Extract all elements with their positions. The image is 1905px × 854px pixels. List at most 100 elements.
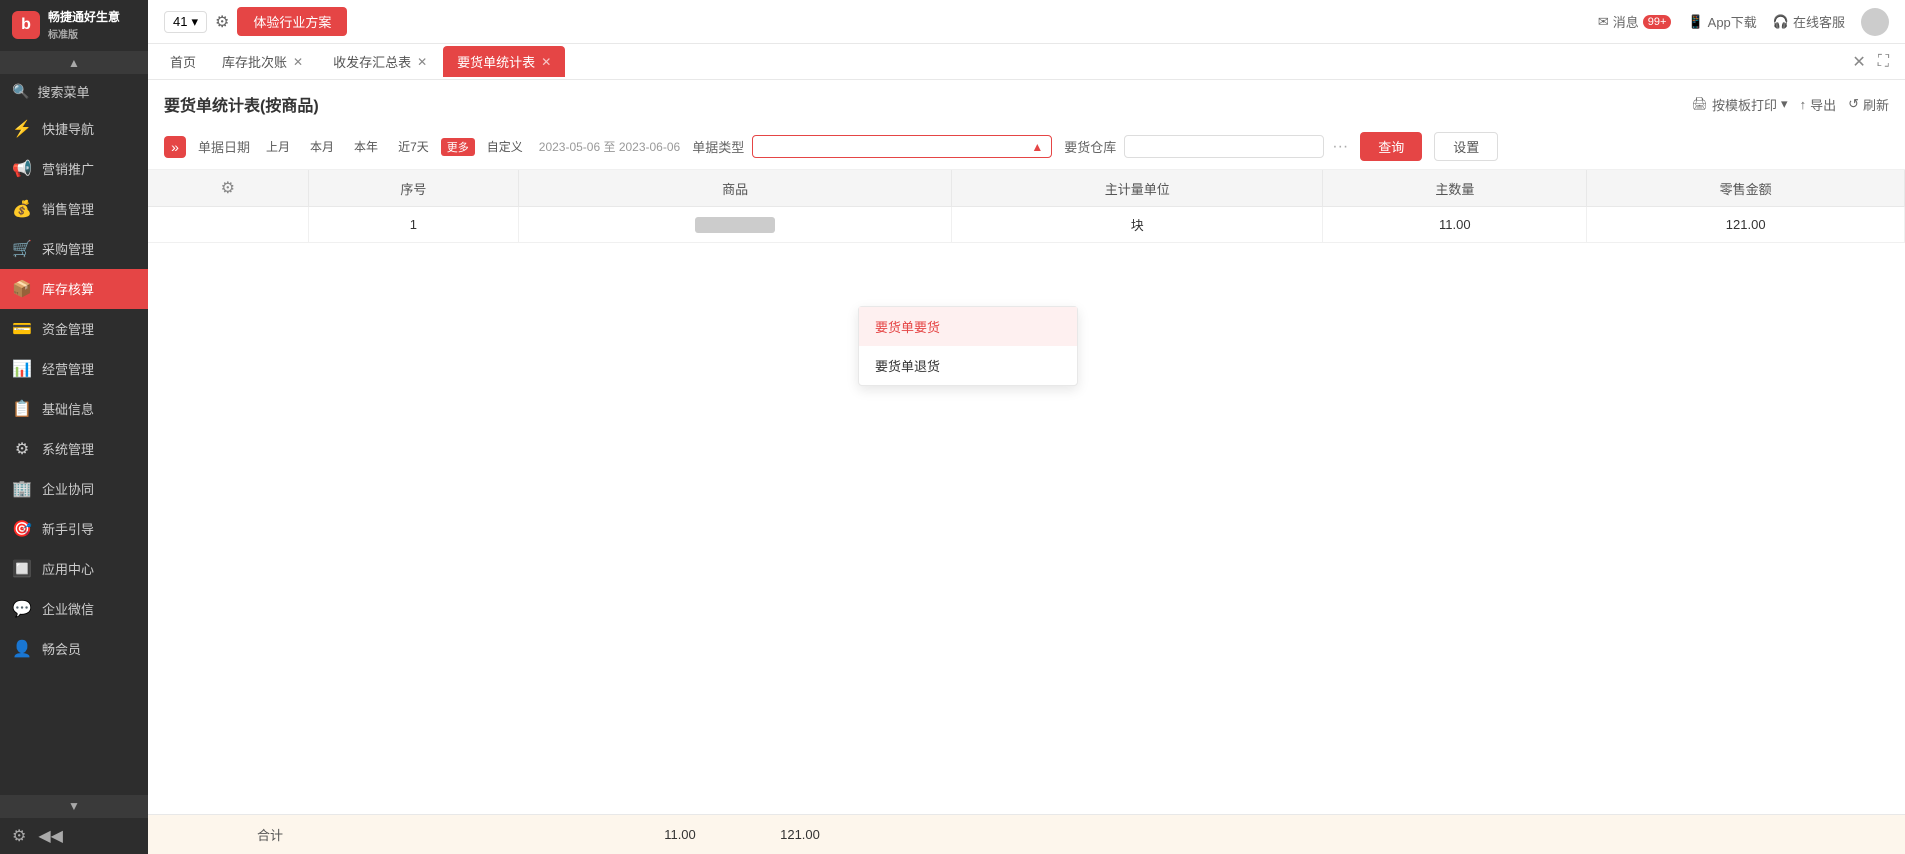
7days-btn[interactable]: 近7天 <box>390 136 437 157</box>
data-table: ⚙ 序号 商品 主计量单位 主数量 零售金额 1 <box>148 170 1905 243</box>
type-dropdown-up-icon[interactable]: ▲ <box>1031 140 1043 154</box>
sidebar-item-basic[interactable]: 📋 基础信息 <box>0 389 148 429</box>
sidebar-item-label: 快捷导航 <box>42 119 94 138</box>
avatar[interactable] <box>1861 8 1889 36</box>
type-dropdown-menu: 要货单要货 要货单退货 <box>858 306 1078 386</box>
sidebar-item-enterprise[interactable]: 🏢 企业协同 <box>0 469 148 509</box>
tab-order-stats-label: 要货单统计表 <box>457 52 535 71</box>
dropdown-item-order-goods[interactable]: 要货单要货 <box>859 307 1077 346</box>
sidebar-item-app-center[interactable]: 🔲 应用中心 <box>0 549 148 589</box>
sidebar-item-label: 销售管理 <box>42 199 94 218</box>
print-chevron-icon: ▾ <box>1781 96 1788 112</box>
type-input[interactable] <box>761 139 1031 154</box>
goods-blurred <box>695 217 775 233</box>
print-action[interactable]: 🖨 按模板打印 ▾ <box>1692 95 1788 114</box>
sidebar-item-operations[interactable]: 📊 经营管理 <box>0 349 148 389</box>
more-btn[interactable]: 更多 <box>441 138 475 156</box>
chevron-down-icon: ▾ <box>191 14 198 30</box>
col-amount-header: 零售金额 <box>1587 170 1905 207</box>
sidebar-item-system[interactable]: ⚙ 系统管理 <box>0 429 148 469</box>
sidebar-item-purchase[interactable]: 🛒 采购管理 <box>0 229 148 269</box>
sidebar-settings-icon[interactable]: ⚙ <box>12 826 26 846</box>
sidebar-item-label: 应用中心 <box>42 559 94 578</box>
cur-month-btn[interactable]: 本月 <box>302 136 342 157</box>
refresh-label: 刷新 <box>1863 95 1889 114</box>
dropdown-item-order-return[interactable]: 要货单退货 <box>859 346 1077 385</box>
system-icon: ⚙ <box>12 439 32 459</box>
col-goods-header: 商品 <box>519 170 952 207</box>
tab-batch-stock[interactable]: 库存批次账 ✕ <box>208 46 317 77</box>
table-header-row: ⚙ 序号 商品 主计量单位 主数量 零售金额 <box>148 170 1905 207</box>
message-item[interactable]: ✉ 消息 99+ <box>1598 12 1672 31</box>
printer-icon: 🖨 <box>1692 96 1709 112</box>
sidebar-item-finance[interactable]: 💳 资金管理 <box>0 309 148 349</box>
tab-shipment-summary-close[interactable]: ✕ <box>417 55 427 69</box>
sidebar-item-member[interactable]: 👤 畅会员 <box>0 629 148 669</box>
tab-order-stats[interactable]: 要货单统计表 ✕ <box>443 46 565 77</box>
message-label: 消息 <box>1613 12 1639 31</box>
sidebar-item-label: 库存核算 <box>42 279 94 298</box>
online-service-item[interactable]: 🎧 在线客服 <box>1773 12 1845 31</box>
sidebar-item-label: 基础信息 <box>42 399 94 418</box>
col-settings: ⚙ <box>148 170 308 207</box>
type-filter-label: 单据类型 <box>692 137 744 156</box>
sidebar-search-label: 搜索菜单 <box>37 82 89 101</box>
sidebar-item-label: 系统管理 <box>42 439 94 458</box>
tab-home[interactable]: 首页 <box>160 46 206 77</box>
sidebar-search[interactable]: 🔍 搜索菜单 <box>0 74 148 109</box>
sidebar-item-quick-nav[interactable]: ⚡ 快捷导航 <box>0 109 148 149</box>
date-range-display: 2023-05-06 至 2023-06-06 <box>539 138 680 155</box>
tab-batch-stock-close[interactable]: ✕ <box>293 55 303 69</box>
export-action[interactable]: ↑ 导出 <box>1800 95 1837 114</box>
member-icon: 👤 <box>12 639 32 659</box>
query-btn[interactable]: 查询 <box>1360 132 1422 161</box>
page-title: 要货单统计表(按商品) <box>164 92 319 116</box>
tab-batch-stock-label: 库存批次账 <box>222 52 287 71</box>
warehouse-input-wrap <box>1124 135 1324 158</box>
filter-bar: » 单据日期 上月 本月 本年 近7天 更多 自定义 2023-05-06 至 … <box>148 124 1905 170</box>
date-filter-label: 单据日期 <box>198 137 250 156</box>
app-download-item[interactable]: 📱 App下载 <box>1687 12 1756 31</box>
cur-year-btn[interactable]: 本年 <box>346 136 386 157</box>
tab-close-all-btn[interactable]: ✕ <box>1848 50 1869 74</box>
set-btn[interactable]: 设置 <box>1434 132 1498 161</box>
sidebar-item-marketing[interactable]: 📢 营销推广 <box>0 149 148 189</box>
refresh-action[interactable]: ↺ 刷新 <box>1848 95 1889 114</box>
custom-btn[interactable]: 自定义 <box>479 136 531 157</box>
trial-btn[interactable]: 体验行业方案 <box>237 7 347 36</box>
sidebar-item-wechat[interactable]: 💬 企业微信 <box>0 589 148 629</box>
table-row: 1 块 11.00 121.00 <box>148 207 1905 243</box>
tab-order-stats-close[interactable]: ✕ <box>541 55 551 69</box>
sidebar-collapse-icon[interactable]: ◀◀ <box>38 826 63 846</box>
message-icon: ✉ <box>1598 14 1609 30</box>
sidebar-item-label: 资金管理 <box>42 319 94 338</box>
tab-maximize-btn[interactable]: ⛶ <box>1874 51 1893 73</box>
footer-total-amt: 121.00 <box>740 827 860 842</box>
search-icon: 🔍 <box>12 83 29 100</box>
guide-icon: 🎯 <box>12 519 32 539</box>
dropdown-overlay: 要货单要货 要货单退货 <box>148 170 1905 814</box>
wechat-icon: 💬 <box>12 599 32 619</box>
filter-expand-btn[interactable]: » <box>164 136 186 158</box>
warehouse-filter-label: 要货仓库 <box>1064 137 1116 156</box>
sidebar-scroll-down[interactable]: ▼ <box>0 795 148 817</box>
type-input-wrap: ▲ <box>752 135 1052 158</box>
prev-month-btn[interactable]: 上月 <box>258 136 298 157</box>
app-logo-icon: b <box>12 11 40 39</box>
sidebar-item-guide[interactable]: 🎯 新手引导 <box>0 509 148 549</box>
sidebar-item-inventory[interactable]: 📦 库存核算 <box>0 269 148 309</box>
warehouse-input[interactable] <box>1133 139 1315 154</box>
enterprise-icon: 🏢 <box>12 479 32 499</box>
app-download-label: App下载 <box>1708 12 1757 31</box>
app-sub: 标准版 <box>48 26 120 41</box>
content-area: 要货单统计表(按商品) 🖨 按模板打印 ▾ ↑ 导出 ↺ 刷新 » <box>148 80 1905 854</box>
table-settings-icon[interactable]: ⚙ <box>221 180 235 197</box>
row-amount-cell: 121.00 <box>1587 207 1905 243</box>
topbar-gear-icon[interactable]: ⚙ <box>215 12 229 32</box>
company-selector[interactable]: 41 ▾ <box>164 11 207 33</box>
sidebar-scroll-up[interactable]: ▲ <box>0 52 148 74</box>
warehouse-more-icon[interactable]: ··· <box>1332 138 1348 156</box>
sidebar-item-sales[interactable]: 💰 销售管理 <box>0 189 148 229</box>
main-area: 41 ▾ ⚙ 体验行业方案 ✉ 消息 99+ 📱 App下载 🎧 在线客服 <box>148 0 1905 854</box>
tab-shipment-summary[interactable]: 收发存汇总表 ✕ <box>319 46 441 77</box>
